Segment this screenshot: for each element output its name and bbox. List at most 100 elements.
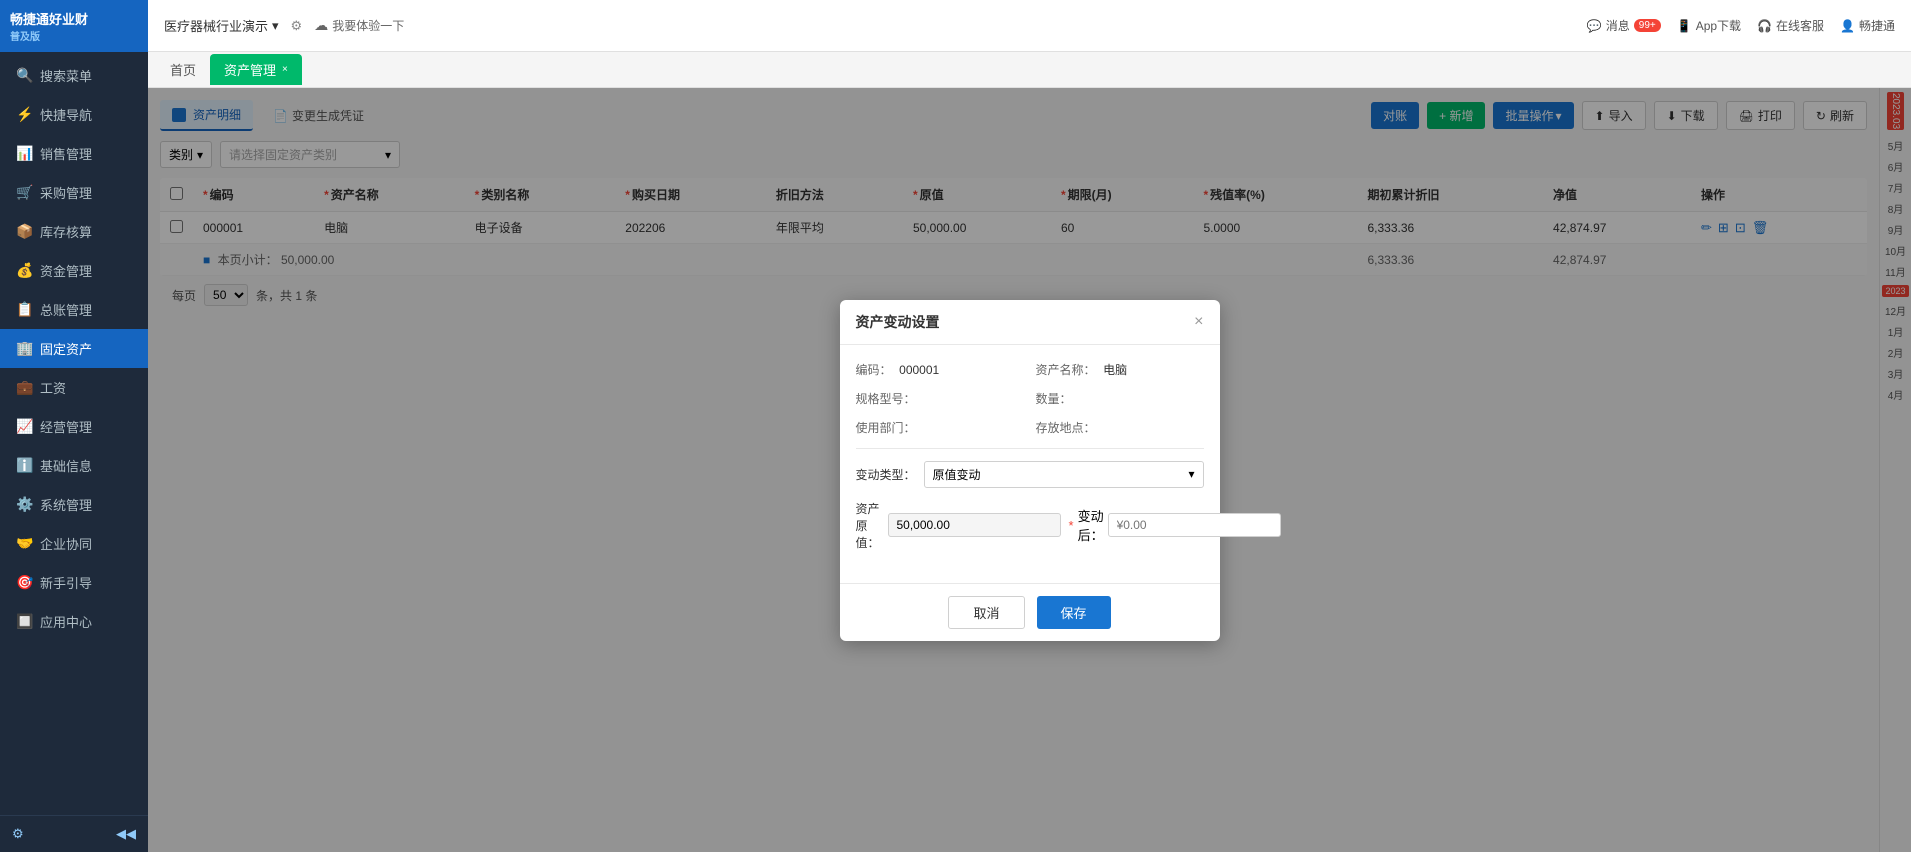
modal-location-field: 存放地点： [1036,419,1204,436]
modal-dept-field: 使用部门： [856,419,1024,436]
save-button[interactable]: 保存 [1037,596,1111,629]
sidebar-label: 经营管理 [40,417,92,436]
modal-header: 资产变动设置 × [840,300,1220,345]
modal-spec-field: 规格型号： [856,390,1024,407]
sidebar-icon: 📈 [16,418,32,435]
message-icon: 💬 [1587,19,1602,33]
modal-row-2: 规格型号： 数量： [856,390,1204,407]
tab-close-icon[interactable]: × [282,64,288,75]
service-icon: 🎧 [1757,19,1772,33]
sidebar-label: 快捷导航 [40,105,92,124]
settings-icon[interactable]: ⚙ [12,826,24,842]
message-badge: 99+ [1634,19,1661,32]
sidebar-logo: 畅捷通好业财 普及版 [0,0,148,52]
sidebar-item-库存核算[interactable]: 📦 库存核算 [0,212,148,251]
sidebar-item-搜索菜单[interactable]: 🔍 搜索菜单 [0,56,148,95]
sidebar-label: 采购管理 [40,183,92,202]
sidebar-item-资金管理[interactable]: 💰 资金管理 [0,251,148,290]
download-icon: 📱 [1677,19,1692,33]
sidebar-item-企业协同[interactable]: 🤝 企业协同 [0,524,148,563]
modal-original-value-row: 资产原值： * 变动后： [856,500,1204,551]
sidebar-item-总账管理[interactable]: 📋 总账管理 [0,290,148,329]
change-type-dropdown-icon: ▾ [1188,467,1194,481]
modal-row-3: 使用部门： 存放地点： [856,419,1204,436]
after-value-input[interactable] [1108,513,1281,537]
sidebar-icon: 📋 [16,301,32,318]
sidebar-icon: ℹ️ [16,457,32,474]
app-download-button[interactable]: 📱 App下载 [1677,17,1741,34]
original-value-input[interactable] [888,513,1061,537]
sidebar-label: 固定资产 [40,339,92,358]
tabs: 首页 资产管理 × [148,52,1911,88]
change-type-select[interactable]: 原值变动 ▾ [924,461,1204,488]
sidebar-label: 库存核算 [40,222,92,241]
sidebar-label: 系统管理 [40,495,92,514]
modal-change-type-row: 变动类型： 原值变动 ▾ [856,461,1204,488]
sidebar-icon: ⚙️ [16,496,32,513]
sidebar-footer: ⚙ ◀◀ [0,815,148,852]
sidebar-label: 销售管理 [40,144,92,163]
sidebar-item-新手引导[interactable]: 🎯 新手引导 [0,563,148,602]
sidebar-icon: 💰 [16,262,32,279]
sidebar-item-采购管理[interactable]: 🛒 采购管理 [0,173,148,212]
sidebar-label: 搜索菜单 [40,66,92,85]
settings-icon-topbar[interactable]: ⚙ [291,18,303,34]
sidebar-icon: 🔍 [16,67,32,84]
sidebar-item-系统管理[interactable]: ⚙️ 系统管理 [0,485,148,524]
modal-after-value-container: * 变动后： [1069,506,1281,544]
tab-asset-management[interactable]: 资产管理 × [210,54,302,85]
message-button[interactable]: 💬 消息 99+ [1587,17,1661,34]
sidebar-label: 应用中心 [40,612,92,631]
sidebar-icon: 🏢 [16,340,32,357]
cancel-button[interactable]: 取消 [948,596,1024,629]
modal-divider [856,448,1204,449]
modal-title: 资产变动设置 [856,312,940,332]
sidebar-icon: 💼 [16,379,32,396]
sidebar-label: 新手引导 [40,573,92,592]
try-button[interactable]: ☁ 我要体验一下 [314,17,404,34]
sidebar-item-固定资产[interactable]: 🏢 固定资产 [0,329,148,368]
modal-body: 编码： 000001 资产名称： 电脑 规格型号： 数量： [840,345,1220,583]
topbar: 医疗器械行业演示 ▾ ⚙ ☁ 我要体验一下 💬 消息 99+ 📱 App下载 🎧… [148,0,1911,52]
sidebar-item-快捷导航[interactable]: ⚡ 快捷导航 [0,95,148,134]
topbar-actions: 💬 消息 99+ 📱 App下载 🎧 在线客服 👤 畅捷通 [1587,17,1895,34]
required-star: * [1069,518,1074,533]
company-name[interactable]: 医疗器械行业演示 ▾ [164,16,279,35]
app-edition: 普及版 [10,28,88,43]
sidebar-icon: 🤝 [16,535,32,552]
sidebar-icon: 🔲 [16,613,32,630]
modal-overlay: 资产变动设置 × 编码： 000001 资产名称： 电脑 [148,88,1911,852]
sidebar-icon: ⚡ [16,106,32,123]
tab-home[interactable]: 首页 [156,54,210,85]
sidebar-item-销售管理[interactable]: 📊 销售管理 [0,134,148,173]
sidebar-item-经营管理[interactable]: 📈 经营管理 [0,407,148,446]
content-area: 资产明细 📄 变更生成凭证 对账 + 新增 批量操作 ▾ ⬆ 导入 [148,88,1911,852]
sidebar-icon: 🎯 [16,574,32,591]
sidebar-item-应用中心[interactable]: 🔲 应用中心 [0,602,148,641]
main-content: 医疗器械行业演示 ▾ ⚙ ☁ 我要体验一下 💬 消息 99+ 📱 App下载 🎧… [148,0,1911,852]
sidebar-label: 基础信息 [40,456,92,475]
sidebar-icon: 📊 [16,145,32,162]
collapse-icon[interactable]: ◀◀ [116,826,136,842]
company-dropdown-icon[interactable]: ▾ [272,18,279,34]
sidebar-icon: 🛒 [16,184,32,201]
online-service-button[interactable]: 🎧 在线客服 [1757,17,1824,34]
user-button[interactable]: 👤 畅捷通 [1840,17,1895,34]
sidebar-label: 工资 [40,378,66,397]
sidebar-item-基础信息[interactable]: ℹ️ 基础信息 [0,446,148,485]
user-icon: 👤 [1840,19,1855,33]
modal-quantity-field: 数量： [1036,390,1204,407]
sidebar-label: 资金管理 [40,261,92,280]
modal-code-field: 编码： 000001 [856,361,1024,378]
sidebar-icon: 📦 [16,223,32,240]
sidebar: 畅捷通好业财 普及版 🔍 搜索菜单 ⚡ 快捷导航 📊 销售管理 🛒 采购管理 📦 库存核算 💰 资金管… [0,0,148,852]
app-name: 畅捷通好业财 [10,9,88,28]
modal-row-1: 编码： 000001 资产名称： 电脑 [856,361,1204,378]
sidebar-label: 企业协同 [40,534,92,553]
modal-close-button[interactable]: × [1194,313,1203,331]
asset-change-modal: 资产变动设置 × 编码： 000001 资产名称： 电脑 [840,300,1220,641]
sidebar-nav: 🔍 搜索菜单 ⚡ 快捷导航 📊 销售管理 🛒 采购管理 📦 库存核算 💰 资金管理 📋 总账管理 🏢 固定资产… [0,52,148,815]
modal-footer: 取消 保存 [840,583,1220,641]
sidebar-item-工资[interactable]: 💼 工资 [0,368,148,407]
sidebar-label: 总账管理 [40,300,92,319]
